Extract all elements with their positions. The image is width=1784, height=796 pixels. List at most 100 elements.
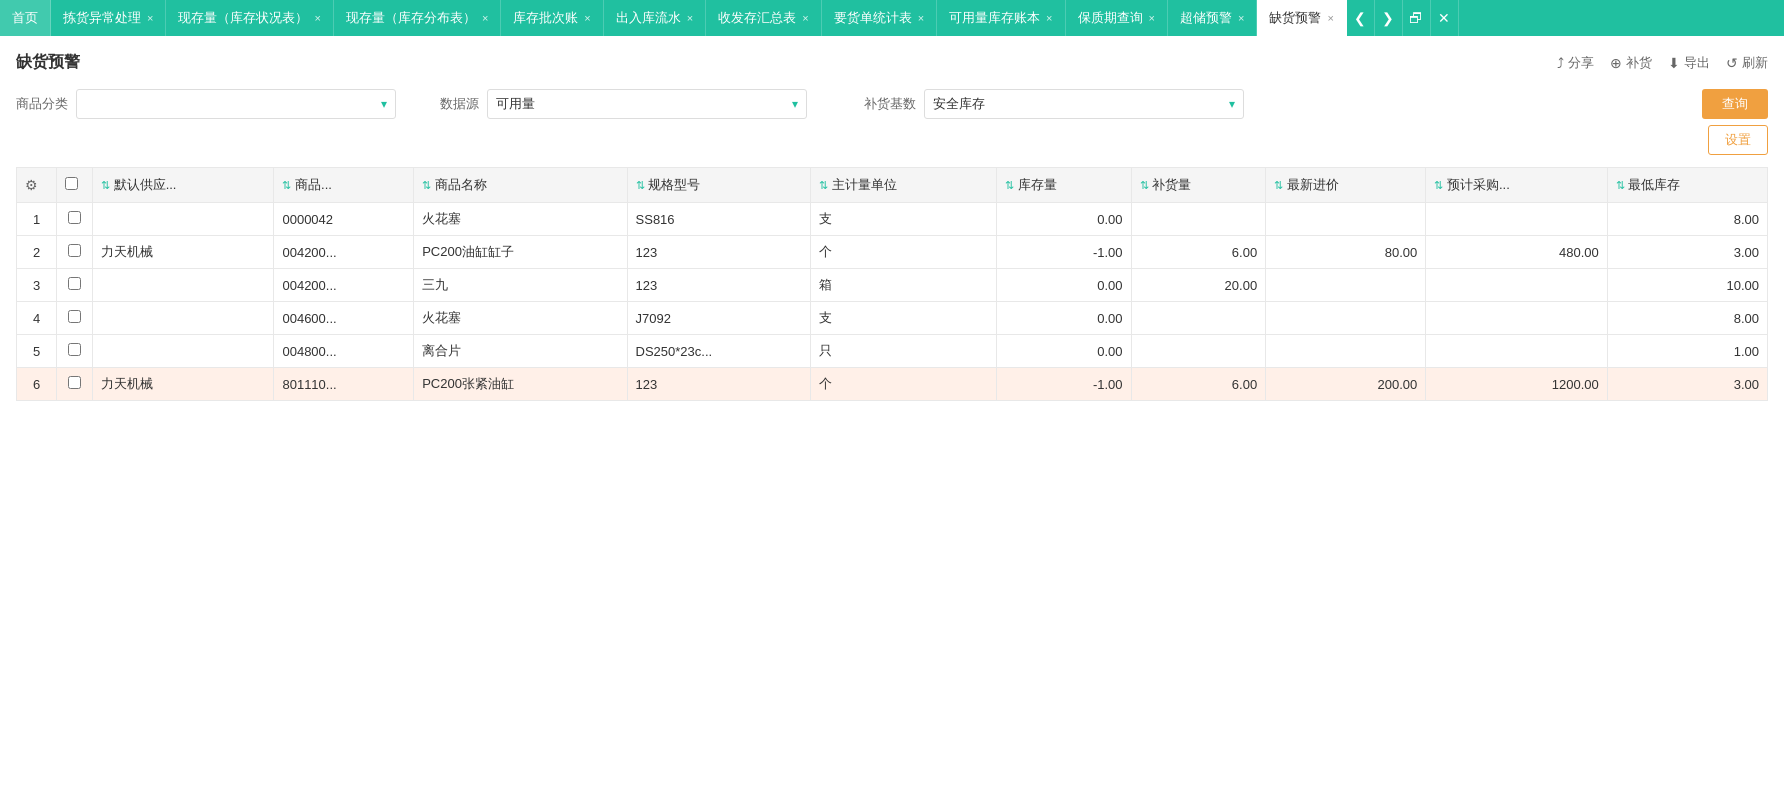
col-supplier[interactable]: ⇅ 默认供应... [93, 168, 274, 203]
row-stock-6: -1.00 [996, 368, 1131, 401]
column-settings-icon[interactable]: ⚙ [25, 177, 38, 193]
header-actions: ⤴ 分享 ⊕ 补货 ⬇ 导出 ↺ 刷新 [1557, 54, 1768, 72]
row-replenish-4 [1131, 302, 1266, 335]
row-replenish-6: 6.00 [1131, 368, 1266, 401]
tab-prev-btn[interactable]: ❮ [1347, 0, 1375, 36]
close-all-icon: ✕ [1438, 10, 1450, 26]
col-spec[interactable]: ⇅ 规格型号 [627, 168, 811, 203]
row-checkbox-2[interactable] [68, 244, 81, 257]
row-latest-price-5 [1266, 335, 1426, 368]
sort-price-icon: ⇅ [1274, 179, 1283, 191]
tab-recv[interactable]: 收发存汇总表 × [706, 0, 821, 36]
row-est-purchase-2: 480.00 [1426, 236, 1607, 269]
col-check[interactable] [57, 168, 93, 203]
tab-home[interactable]: 首页 [0, 0, 51, 36]
col-min-stock-label: 最低库存 [1628, 177, 1680, 192]
refresh-label: 刷新 [1742, 54, 1768, 72]
row-check-3[interactable] [57, 269, 93, 302]
tab-avail-close[interactable]: × [1046, 12, 1052, 24]
col-latest-price[interactable]: ⇅ 最新进价 [1266, 168, 1426, 203]
tab-abnormal-close[interactable]: × [147, 12, 153, 24]
col-gear[interactable]: ⚙ [17, 168, 57, 203]
col-code[interactable]: ⇅ 商品... [274, 168, 414, 203]
tab-shortage[interactable]: 缺货预警 × [1257, 0, 1346, 36]
tab-recv-close[interactable]: × [802, 12, 808, 24]
tab-close-all-btn[interactable]: ✕ [1431, 0, 1459, 36]
tab-inout-close[interactable]: × [687, 12, 693, 24]
row-stock-5: 0.00 [996, 335, 1131, 368]
row-unit-3: 箱 [811, 269, 997, 302]
row-latest-price-2: 80.00 [1266, 236, 1426, 269]
row-checkbox-5[interactable] [68, 343, 81, 356]
tab-stock-dist[interactable]: 现存量（库存分布表） × [334, 0, 501, 36]
settings-button[interactable]: 设置 [1708, 125, 1768, 155]
col-replenish-label: 补货量 [1152, 177, 1191, 192]
replenish-icon: ⊕ [1610, 55, 1622, 71]
tab-stock-status-label: 现存量（库存状况表） [178, 9, 308, 27]
category-chevron-icon: ▾ [381, 97, 387, 111]
row-checkbox-4[interactable] [68, 310, 81, 323]
query-button[interactable]: 查询 [1702, 89, 1768, 119]
row-code-3: 004200... [274, 269, 414, 302]
tab-stock-status[interactable]: 现存量（库存状况表） × [166, 0, 333, 36]
row-check-1[interactable] [57, 203, 93, 236]
tab-restore-btn[interactable]: 🗗 [1403, 0, 1431, 36]
col-name[interactable]: ⇅ 商品名称 [414, 168, 627, 203]
row-unit-4: 支 [811, 302, 997, 335]
tab-expiry-close[interactable]: × [1149, 12, 1155, 24]
replenish-base-select[interactable]: 安全库存 ▾ [924, 89, 1244, 119]
row-latest-price-6: 200.00 [1266, 368, 1426, 401]
export-label: 导出 [1684, 54, 1710, 72]
row-min-stock-6: 3.00 [1607, 368, 1767, 401]
next-icon: ❯ [1382, 10, 1394, 26]
tab-overstock[interactable]: 超储预警 × [1168, 0, 1257, 36]
row-supplier-1 [93, 203, 274, 236]
col-supplier-label: 默认供应... [114, 177, 177, 192]
row-check-5[interactable] [57, 335, 93, 368]
row-spec-1: SS816 [627, 203, 811, 236]
tab-inout[interactable]: 出入库流水 × [604, 0, 706, 36]
replenish-button[interactable]: ⊕ 补货 [1610, 54, 1652, 72]
col-stock[interactable]: ⇅ 库存量 [996, 168, 1131, 203]
row-supplier-2: 力天机械 [93, 236, 274, 269]
col-replenish[interactable]: ⇅ 补货量 [1131, 168, 1266, 203]
row-supplier-6: 力天机械 [93, 368, 274, 401]
tab-expiry[interactable]: 保质期查询 × [1066, 0, 1168, 36]
tab-overstock-label: 超储预警 [1180, 9, 1232, 27]
row-check-2[interactable] [57, 236, 93, 269]
col-min-stock[interactable]: ⇅ 最低库存 [1607, 168, 1767, 203]
row-code-5: 004800... [274, 335, 414, 368]
tab-overstock-close[interactable]: × [1238, 12, 1244, 24]
refresh-button[interactable]: ↺ 刷新 [1726, 54, 1768, 72]
share-button[interactable]: ⤴ 分享 [1557, 54, 1594, 72]
row-supplier-4 [93, 302, 274, 335]
table-row: 5 004800... 离合片 DS250*23c... 只 0.00 1.00 [17, 335, 1768, 368]
tab-stock-dist-close[interactable]: × [482, 12, 488, 24]
row-checkbox-3[interactable] [68, 277, 81, 290]
col-est-purchase[interactable]: ⇅ 预计采购... [1426, 168, 1607, 203]
row-checkbox-1[interactable] [68, 211, 81, 224]
tab-req[interactable]: 要货单统计表 × [822, 0, 937, 36]
export-icon: ⬇ [1668, 55, 1680, 71]
row-name-1: 火花塞 [414, 203, 627, 236]
tab-batch-close[interactable]: × [584, 12, 590, 24]
tab-req-close[interactable]: × [918, 12, 924, 24]
tab-stock-status-close[interactable]: × [314, 12, 320, 24]
row-stock-4: 0.00 [996, 302, 1131, 335]
select-all-checkbox[interactable] [65, 177, 78, 190]
export-button[interactable]: ⬇ 导出 [1668, 54, 1710, 72]
row-num-2: 2 [17, 236, 57, 269]
row-check-6[interactable] [57, 368, 93, 401]
tab-next-btn[interactable]: ❯ [1375, 0, 1403, 36]
tab-batch-account[interactable]: 库存批次账 × [501, 0, 603, 36]
datasource-select[interactable]: 可用量 ▾ [487, 89, 807, 119]
tab-shortage-close[interactable]: × [1327, 12, 1333, 24]
row-check-4[interactable] [57, 302, 93, 335]
share-label: 分享 [1568, 54, 1594, 72]
row-checkbox-6[interactable] [68, 376, 81, 389]
tab-abnormal[interactable]: 拣货异常处理 × [51, 0, 166, 36]
category-select[interactable]: ▾ [76, 89, 396, 119]
sort-replenish-icon: ⇅ [1140, 179, 1149, 191]
col-unit[interactable]: ⇅ 主计量单位 [811, 168, 997, 203]
tab-avail[interactable]: 可用量库存账本 × [937, 0, 1065, 36]
